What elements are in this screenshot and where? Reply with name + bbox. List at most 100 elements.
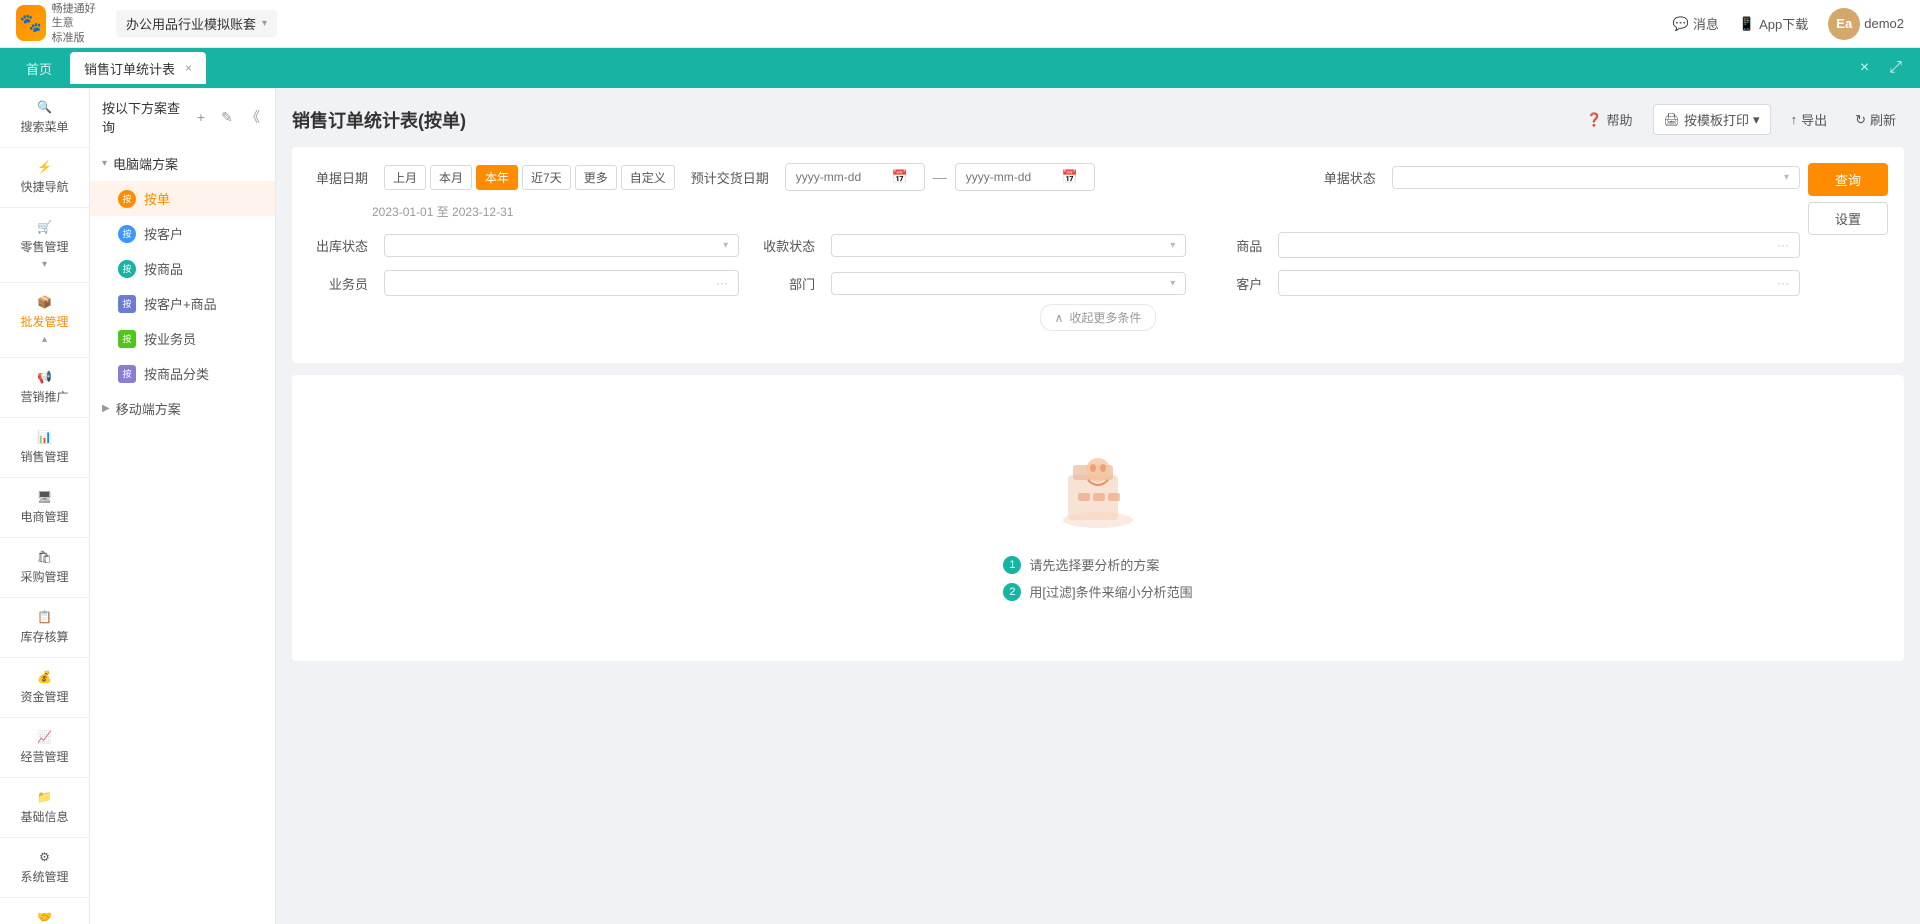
user-menu[interactable]: Ea demo2 bbox=[1828, 8, 1904, 40]
expected-date-label: 预计交货日期 bbox=[691, 168, 769, 187]
wholesale-icon: 📦 bbox=[37, 295, 52, 309]
settings-btn[interactable]: 设置 bbox=[1808, 202, 1888, 235]
empty-state: 1 请先选择要分析的方案 2 用[过滤]条件来缩小分析范围 bbox=[292, 375, 1904, 661]
goods-input[interactable]: ··· bbox=[1278, 232, 1800, 258]
dq-btn-more[interactable]: 更多 bbox=[575, 165, 617, 190]
query-btn[interactable]: 查询 bbox=[1808, 163, 1888, 196]
sidebar-item-system[interactable]: ⚙ 系统管理 bbox=[0, 838, 89, 898]
system-icon: ⚙ bbox=[39, 850, 50, 864]
tab-sales-stats[interactable]: 销售订单统计表 × bbox=[70, 52, 206, 84]
expected-date-end[interactable]: 📅 bbox=[955, 163, 1095, 191]
company-selector[interactable]: 办公用品行业模拟账套 ▾ bbox=[116, 10, 277, 37]
pay-status-dropdown[interactable]: ▾ bbox=[831, 234, 1186, 257]
inventory-icon: 📋 bbox=[37, 610, 52, 624]
sidebar-item-ecommerce[interactable]: 🖥 电商管理 bbox=[0, 478, 89, 538]
collab-icon: 🤝 bbox=[37, 910, 52, 924]
filter-fields: 单据日期 上月 本月 本年 近7天 更多 自定义 预计交货日期 bbox=[308, 163, 1800, 296]
dept-label: 部门 bbox=[755, 274, 815, 293]
scheme-by-order[interactable]: 按 按单 bbox=[90, 181, 275, 216]
pay-status-arrow: ▾ bbox=[1170, 240, 1175, 251]
dq-btn-thisyear[interactable]: 本年 bbox=[476, 165, 518, 190]
scheme-panel-actions: + ✎ 《 bbox=[191, 107, 263, 127]
print-arrow: ▾ bbox=[1753, 112, 1760, 128]
collapse-btn[interactable]: ∧ 收起更多条件 bbox=[1040, 304, 1157, 331]
scheme-add-btn[interactable]: + bbox=[191, 107, 211, 127]
empty-tip-1: 1 请先选择要分析的方案 bbox=[1003, 555, 1192, 574]
staff-label: 业务员 bbox=[308, 274, 368, 293]
scheme-panel-header: 按以下方案查询 + ✎ 《 bbox=[90, 88, 275, 146]
refresh-btn[interactable]: ↻ 刷新 bbox=[1847, 106, 1904, 133]
ship-status-dropdown[interactable]: ▾ bbox=[384, 234, 739, 257]
sidebar-item-basic[interactable]: 📁 基础信息 bbox=[0, 778, 89, 838]
staff-input[interactable]: ··· bbox=[384, 270, 739, 296]
refresh-icon: ↻ bbox=[1855, 112, 1866, 128]
dq-btn-custom[interactable]: 自定义 bbox=[621, 165, 675, 190]
customer-input[interactable]: ··· bbox=[1278, 270, 1800, 296]
scheme-panel: 按以下方案查询 + ✎ 《 ▾ 电脑端方案 按 按单 按 按客 bbox=[90, 88, 276, 924]
sidebar-item-operation[interactable]: 📈 经营管理 bbox=[0, 718, 89, 778]
scheme-icon-goods: 按 bbox=[118, 260, 136, 278]
goods-ellipsis: ··· bbox=[1777, 238, 1789, 252]
main-layout: 🔍 搜索菜单 ⚡ 快捷导航 🛒 零售管理 ▾ 📦 批发管理 ▴ 📢 营销推广 📊… bbox=[0, 88, 1920, 924]
export-icon: ↑ bbox=[1791, 112, 1798, 127]
sidebar: 🔍 搜索菜单 ⚡ 快捷导航 🛒 零售管理 ▾ 📦 批发管理 ▴ 📢 营销推广 📊… bbox=[0, 88, 90, 924]
logo-area: 🐾 畅捷通好生意 标准版 bbox=[16, 2, 106, 45]
mobile-section[interactable]: ▶ 移动端方案 bbox=[90, 391, 275, 426]
win-close-btn[interactable]: × bbox=[1854, 57, 1875, 79]
app-download-btn[interactable]: 📱 App下载 bbox=[1739, 14, 1808, 33]
pay-status-label: 收款状态 bbox=[755, 236, 815, 255]
tab-home[interactable]: 首页 bbox=[12, 52, 66, 84]
avatar: Ea bbox=[1828, 8, 1860, 40]
staff-ellipsis: ··· bbox=[716, 276, 728, 290]
help-btn[interactable]: ❓ 帮助 bbox=[1578, 106, 1640, 133]
sidebar-item-retail[interactable]: 🛒 零售管理 ▾ bbox=[0, 208, 89, 283]
pc-section-header[interactable]: ▾ 电脑端方案 bbox=[90, 146, 275, 181]
sidebar-item-marketing[interactable]: 📢 营销推广 bbox=[0, 358, 89, 418]
expected-date-end-input[interactable] bbox=[966, 170, 1056, 184]
export-btn[interactable]: ↑ 导出 bbox=[1783, 106, 1836, 133]
retail-arrow: ▾ bbox=[42, 259, 47, 270]
status-dropdown-arrow: ▾ bbox=[1784, 172, 1789, 183]
sidebar-item-wholesale[interactable]: 📦 批发管理 ▴ bbox=[0, 283, 89, 358]
expected-date-start-input[interactable] bbox=[796, 170, 886, 184]
dq-btn-7days[interactable]: 近7天 bbox=[522, 165, 571, 190]
win-maximize-btn[interactable]: ⤢ bbox=[1883, 57, 1908, 79]
date-separator: — bbox=[933, 169, 947, 185]
calendar-end-icon: 📅 bbox=[1062, 169, 1078, 185]
dq-btn-lastmonth[interactable]: 上月 bbox=[384, 165, 426, 190]
print-icon: 🖨 bbox=[1664, 112, 1681, 128]
single-status-dropdown[interactable]: ▾ bbox=[1392, 166, 1800, 189]
message-btn[interactable]: 💬 消息 bbox=[1673, 14, 1719, 33]
sidebar-item-collab[interactable]: 🤝 企业协同 bbox=[0, 898, 89, 924]
sidebar-item-search[interactable]: 🔍 搜索菜单 bbox=[0, 88, 89, 148]
scheme-by-goods[interactable]: 按 按商品 bbox=[90, 251, 275, 286]
sidebar-item-inventory[interactable]: 📋 库存核算 bbox=[0, 598, 89, 658]
scheme-collapse-btn[interactable]: 《 bbox=[243, 107, 263, 127]
message-icon: 💬 bbox=[1673, 16, 1689, 32]
scheme-by-customer-goods[interactable]: 按 按客户+商品 bbox=[90, 286, 275, 321]
sidebar-item-quicknav[interactable]: ⚡ 快捷导航 bbox=[0, 148, 89, 208]
staff-text-input[interactable] bbox=[395, 276, 710, 290]
dept-dropdown[interactable]: ▾ bbox=[831, 272, 1186, 295]
filter-card: 单据日期 上月 本月 本年 近7天 更多 自定义 预计交货日期 bbox=[292, 147, 1904, 363]
sidebar-item-finance[interactable]: 💰 资金管理 bbox=[0, 658, 89, 718]
filter-row-3: 业务员 ··· 部门 ▾ 客户 bbox=[308, 270, 1800, 296]
scheme-by-customer[interactable]: 按 按客户 bbox=[90, 216, 275, 251]
company-dropdown-arrow: ▾ bbox=[262, 18, 267, 29]
print-btn[interactable]: 🖨 按模板打印 ▾ bbox=[1653, 104, 1771, 135]
scheme-edit-btn[interactable]: ✎ bbox=[217, 107, 237, 127]
tab-close-btn[interactable]: × bbox=[185, 61, 192, 75]
expected-date-range: 📅 — 📅 bbox=[785, 163, 1300, 191]
page-header: 销售订单统计表(按单) ❓ 帮助 🖨 按模板打印 ▾ ↑ 导出 bbox=[292, 104, 1904, 135]
scheme-by-category[interactable]: 按 按商品分类 bbox=[90, 356, 275, 391]
sidebar-item-purchase[interactable]: 🛍 采购管理 bbox=[0, 538, 89, 598]
sidebar-item-sales[interactable]: 📊 销售管理 bbox=[0, 418, 89, 478]
expected-date-start[interactable]: 📅 bbox=[785, 163, 925, 191]
scheme-by-staff[interactable]: 按 按业务员 bbox=[90, 321, 275, 356]
dq-btn-thismonth[interactable]: 本月 bbox=[430, 165, 472, 190]
filter-row-wrap: 单据日期 上月 本月 本年 近7天 更多 自定义 预计交货日期 bbox=[308, 163, 1888, 296]
customer-text-input[interactable] bbox=[1289, 276, 1771, 290]
goods-text-input[interactable] bbox=[1289, 238, 1771, 252]
pc-scheme-section: ▾ 电脑端方案 按 按单 按 按客户 按 按商品 按 按客户+商品 bbox=[90, 146, 275, 391]
finance-icon: 💰 bbox=[37, 670, 52, 684]
